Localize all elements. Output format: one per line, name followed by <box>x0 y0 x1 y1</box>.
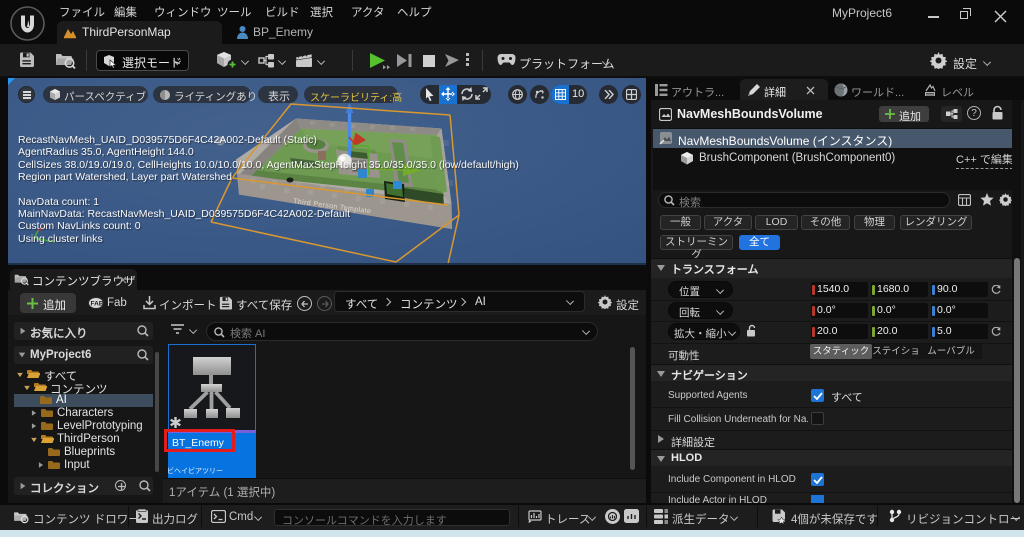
svg-text:FAB: FAB <box>91 301 104 308</box>
